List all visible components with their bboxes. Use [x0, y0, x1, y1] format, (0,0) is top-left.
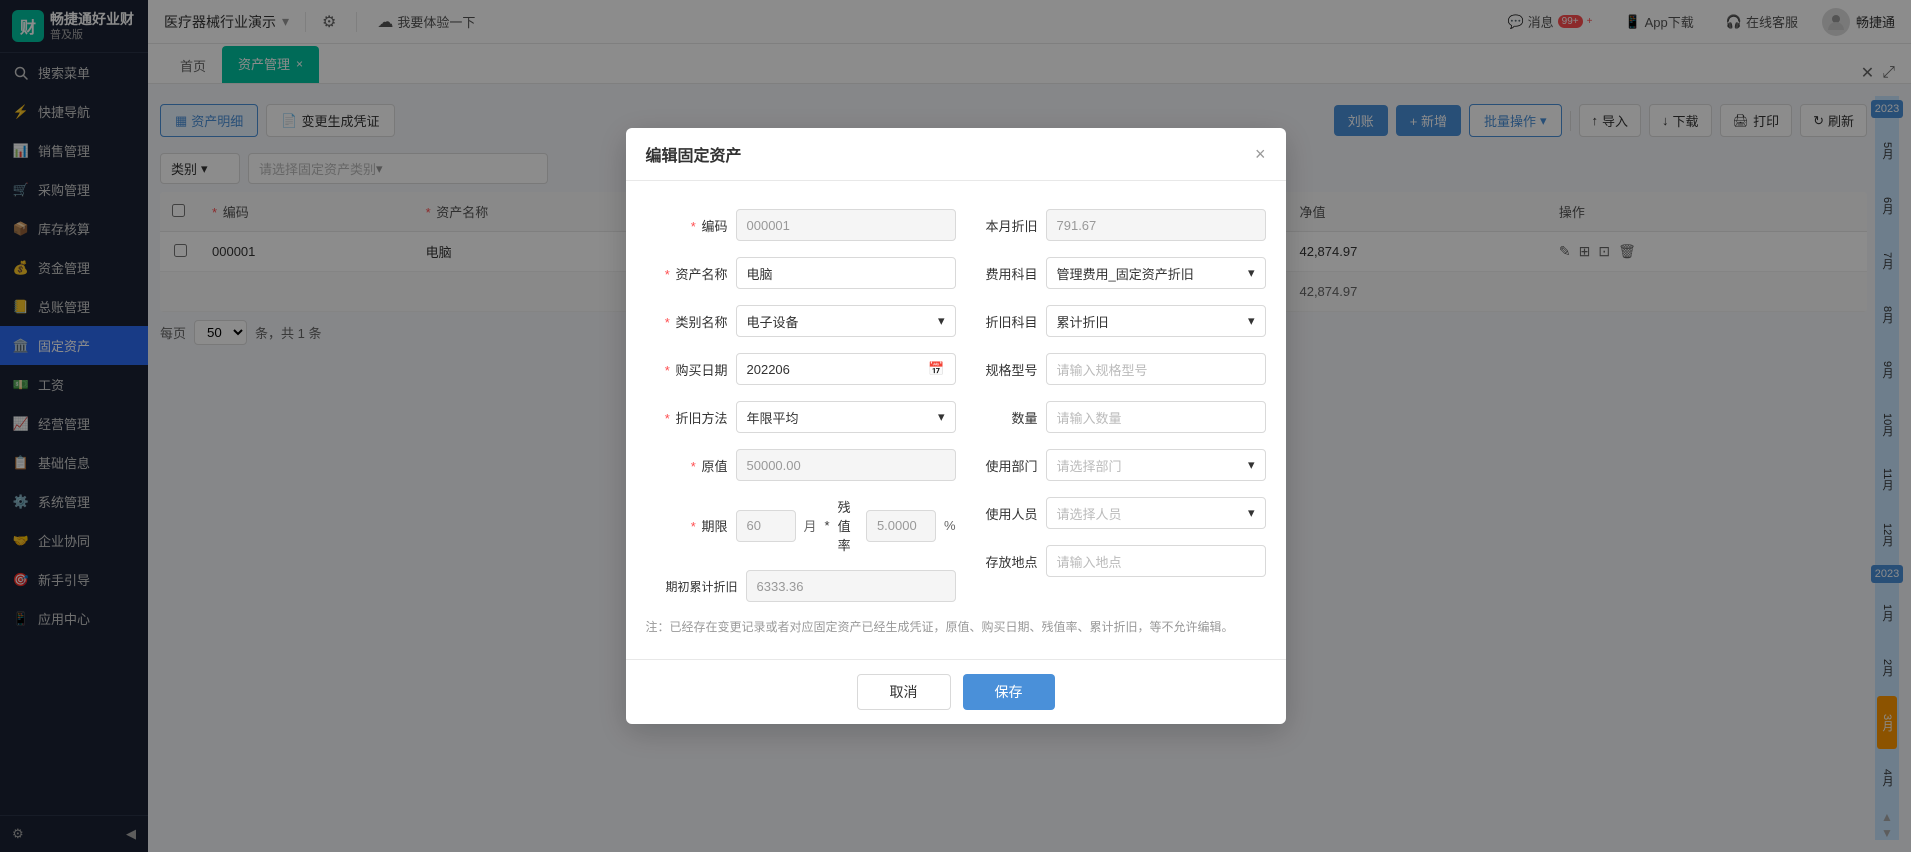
department-chevron-icon: ▾ [1248, 457, 1255, 473]
user-select[interactable]: 请选择人员 ▾ [1046, 497, 1266, 529]
category-select[interactable]: 电子设备 ▾ [736, 305, 956, 337]
form-left-column: * 编码 * 资产名称 [646, 201, 956, 610]
modal-footer: 取消 保存 [626, 659, 1286, 724]
depreciation-subject-select[interactable]: 累计折旧 ▾ [1046, 305, 1266, 337]
form-row-spec: 规格型号 请输入规格型号 [956, 345, 1266, 393]
form-right-column: 本月折旧 费用科目 管理费用_固定资产折旧 ▾ [956, 201, 1266, 610]
depreciation-method-select[interactable]: 年限平均 ▾ [736, 401, 956, 433]
form-note: 注：已经存在变更记录或者对应固定资产已经生成凭证，原值、购买日期、残值率、累计折… [646, 610, 1266, 639]
dep-subject-chevron-icon: ▾ [1248, 313, 1255, 329]
period-unit: 月 [804, 516, 817, 535]
purchase-date-picker[interactable]: 202206 📅 [736, 353, 956, 385]
form-row-code: * 编码 [646, 201, 956, 249]
form-row-quantity: 数量 请输入数量 [956, 393, 1266, 441]
modal-body: * 编码 * 资产名称 [626, 181, 1286, 659]
form-row-monthly-depreciation: 本月折旧 [956, 201, 1266, 249]
form-grid: * 编码 * 资产名称 [646, 201, 1266, 610]
asset-name-input[interactable] [736, 257, 956, 289]
form-row-purchase-date: * 购买日期 202206 📅 [646, 345, 956, 393]
user-chevron-icon: ▾ [1248, 505, 1255, 521]
monthly-depreciation-input[interactable] [1046, 209, 1266, 241]
save-button[interactable]: 保存 [963, 674, 1055, 710]
modal-overlay: 编辑固定资产 × * 编码 [0, 0, 1911, 852]
initial-depreciation-input[interactable] [746, 570, 956, 602]
form-row-depreciation-method: * 折旧方法 年限平均 ▾ [646, 393, 956, 441]
form-row-expense-subject: 费用科目 管理费用_固定资产折旧 ▾ [956, 249, 1266, 297]
expense-subject-chevron-icon: ▾ [1248, 265, 1255, 281]
form-row-initial-depreciation: 期初累计折旧 [646, 562, 956, 610]
edit-asset-modal: 编辑固定资产 × * 编码 [626, 128, 1286, 724]
form-row-department: 使用部门 请选择部门 ▾ [956, 441, 1266, 489]
modal-header: 编辑固定资产 × [626, 128, 1286, 181]
form-row-original-value: * 原值 [646, 441, 956, 489]
form-row-depreciation-subject: 折旧科目 累计折旧 ▾ [956, 297, 1266, 345]
modal-title: 编辑固定资产 [646, 142, 742, 166]
form-row-category: * 类别名称 电子设备 ▾ [646, 297, 956, 345]
original-value-input[interactable] [736, 449, 956, 481]
form-row-user: 使用人员 请选择人员 ▾ [956, 489, 1266, 537]
calendar-icon: 📅 [928, 361, 944, 377]
code-input[interactable] [736, 209, 956, 241]
residual-rate-unit: % [944, 518, 956, 533]
department-select[interactable]: 请选择部门 ▾ [1046, 449, 1266, 481]
quantity-input[interactable]: 请输入数量 [1046, 401, 1266, 433]
form-row-asset-name: * 资产名称 [646, 249, 956, 297]
form-row-location: 存放地点 请输入地点 [956, 537, 1266, 585]
location-input[interactable]: 请输入地点 [1046, 545, 1266, 577]
cancel-button[interactable]: 取消 [857, 674, 951, 710]
period-input[interactable] [736, 510, 796, 542]
spec-input[interactable]: 请输入规格型号 [1046, 353, 1266, 385]
expense-subject-select[interactable]: 管理费用_固定资产折旧 ▾ [1046, 257, 1266, 289]
category-chevron-icon: ▾ [938, 313, 945, 329]
residual-rate-input[interactable] [866, 510, 936, 542]
modal-close-button[interactable]: × [1255, 145, 1266, 163]
form-row-period: * 期限 月 * 残值率 % [646, 489, 956, 562]
dep-method-chevron-icon: ▾ [938, 409, 945, 425]
